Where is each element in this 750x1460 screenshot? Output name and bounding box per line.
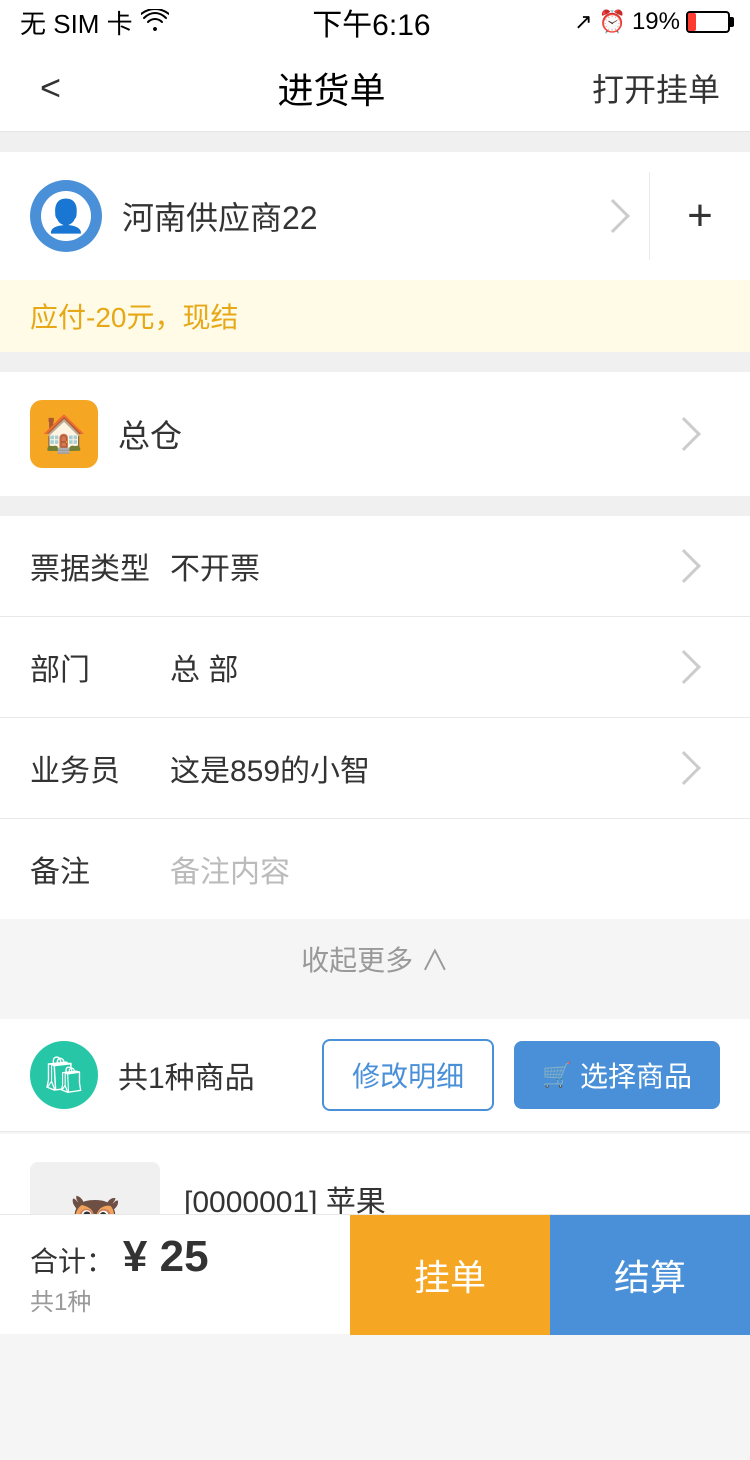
nav-bar: < 进货单 打开挂单 xyxy=(0,44,750,132)
wifi-icon xyxy=(141,7,169,38)
warehouse-row[interactable]: 🏠 总仓 xyxy=(0,372,750,496)
total-amount: ¥ 25 xyxy=(123,1232,209,1281)
chevron-right-icon xyxy=(667,751,701,785)
collapse-bar[interactable]: 收起更多 ∧ xyxy=(0,919,750,999)
form-row-remark[interactable]: 备注 备注内容 xyxy=(0,819,750,919)
form-key-remark: 备注 xyxy=(30,847,170,891)
section-divider-3 xyxy=(0,496,750,516)
product-toolbar: 🛍 共1种商品 修改明细 🛒 选择商品 xyxy=(0,1019,750,1131)
cart-icon: 🛍 xyxy=(41,1054,87,1096)
edit-detail-button[interactable]: 修改明细 xyxy=(322,1039,494,1111)
form-value-dept: 总 部 xyxy=(170,645,672,689)
battery-percent: 19% xyxy=(632,8,680,36)
back-button[interactable]: < xyxy=(30,57,71,119)
bottom-spacer xyxy=(0,1320,750,1460)
total-count: 共1种 xyxy=(30,1282,320,1317)
warehouse-icon: 🏠 xyxy=(30,400,98,468)
warehouse-label: 总仓 xyxy=(118,411,672,457)
chevron-right-icon xyxy=(667,417,701,451)
form-value-salesperson: 这是859的小智 xyxy=(170,746,672,790)
battery-icon xyxy=(686,11,730,33)
total-section: 合计： ¥ 25 共1种 xyxy=(0,1232,350,1317)
form-row-dept[interactable]: 部门 总 部 xyxy=(0,617,750,717)
checkout-button[interactable]: 结算 xyxy=(550,1215,750,1335)
notice-bar: 应付-20元，现结 xyxy=(0,280,750,352)
add-supplier-button[interactable]: + xyxy=(650,191,750,241)
form-value-invoice: 不开票 xyxy=(170,544,672,588)
total-label-amount: 合计： ¥ 25 xyxy=(30,1232,320,1282)
total-label: 合计： xyxy=(30,1246,114,1277)
house-icon: 🏠 xyxy=(42,413,87,455)
section-divider-1 xyxy=(0,132,750,152)
form-row-invoice[interactable]: 票据类型 不开票 xyxy=(0,516,750,616)
bottom-bar: 合计： ¥ 25 共1种 挂单 结算 xyxy=(0,1214,750,1334)
status-left: 无 SIM 卡 xyxy=(20,4,169,41)
status-bar: 无 SIM 卡 下午6:16 ↗ ⏰ 19% xyxy=(0,0,750,44)
status-time: 下午6:16 xyxy=(312,0,430,44)
thin-divider-4 xyxy=(0,1131,750,1132)
person-icon: 👤 xyxy=(46,197,86,235)
carrier-text: 无 SIM 卡 xyxy=(20,4,133,41)
chevron-right-icon xyxy=(667,549,701,583)
supplier-name: 河南供应商22 xyxy=(122,193,601,239)
status-right: ↗ ⏰ 19% xyxy=(574,8,730,36)
hang-button[interactable]: 挂单 xyxy=(350,1215,550,1335)
location-icon: ↗ xyxy=(574,9,592,35)
form-placeholder-remark: 备注内容 xyxy=(170,847,720,891)
form-row-salesperson[interactable]: 业务员 这是859的小智 xyxy=(0,718,750,818)
chevron-right-icon xyxy=(667,650,701,684)
product-icon-wrap: 🛍 xyxy=(30,1041,98,1109)
form-key-invoice: 票据类型 xyxy=(30,544,170,588)
supplier-row[interactable]: 👤 河南供应商22 xyxy=(0,152,649,280)
form-key-dept: 部门 xyxy=(30,645,170,689)
supplier-avatar: 👤 xyxy=(30,180,102,252)
alarm-icon: ⏰ xyxy=(599,9,626,35)
product-count: 共1种商品 xyxy=(118,1053,302,1097)
open-hang-button[interactable]: 打开挂单 xyxy=(592,65,720,111)
form-key-salesperson: 业务员 xyxy=(30,746,170,790)
page-title: 进货单 xyxy=(278,62,386,114)
supplier-section: 👤 河南供应商22 + xyxy=(0,152,750,280)
cart-icon-small: 🛒 xyxy=(542,1061,572,1090)
chevron-right-icon xyxy=(596,199,630,233)
select-product-button[interactable]: 🛒 选择商品 xyxy=(514,1041,720,1109)
section-divider-2 xyxy=(0,352,750,372)
